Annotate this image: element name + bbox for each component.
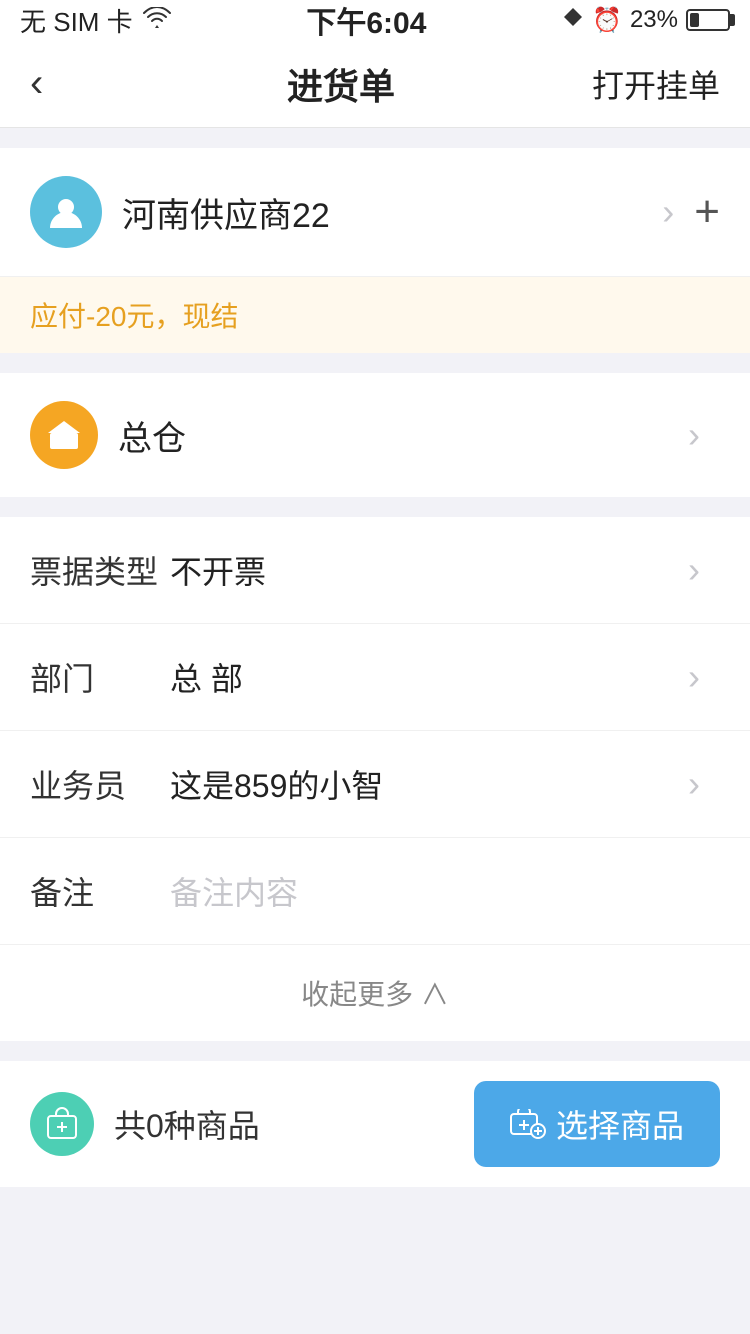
back-button[interactable]: ‹ xyxy=(30,61,90,106)
battery-icon xyxy=(686,9,730,31)
goods-icon xyxy=(30,1092,94,1156)
open-pending-button[interactable]: 打开挂单 xyxy=(592,61,720,107)
department-row[interactable]: 部门 总 部 › xyxy=(0,623,750,730)
nav-bar: ‹ 进货单 打开挂单 xyxy=(0,40,750,128)
payment-notice: 应付-20元，现结 xyxy=(0,277,750,353)
page-title: 进货单 xyxy=(287,58,395,110)
section-gap-2 xyxy=(0,353,750,373)
supplier-row[interactable]: 河南供应商22 › + xyxy=(0,148,750,277)
status-time: 下午6:04 xyxy=(306,0,426,42)
section-gap-1 xyxy=(0,128,750,148)
select-goods-button[interactable]: 选择商品 xyxy=(474,1081,720,1167)
status-bar: 无 SIM 卡 下午6:04 ⏰ 23% xyxy=(0,0,750,40)
warehouse-card[interactable]: 总仓 › xyxy=(0,373,750,497)
salesperson-value: 这是859的小智 xyxy=(170,761,688,807)
department-value: 总 部 xyxy=(170,654,688,700)
wifi-icon xyxy=(143,5,171,36)
department-label: 部门 xyxy=(30,654,170,700)
remark-row[interactable]: 备注 备注内容 xyxy=(0,837,750,944)
salesperson-chevron-icon: › xyxy=(688,763,700,805)
warehouse-row[interactable]: 总仓 › xyxy=(0,373,750,497)
warehouse-icon xyxy=(30,401,98,469)
battery-percent: 23% xyxy=(630,6,678,34)
status-right: ⏰ 23% xyxy=(562,6,730,35)
chevron-right-icon: › xyxy=(662,191,674,233)
add-supplier-button[interactable]: + xyxy=(694,187,720,237)
carrier-label: 无 SIM 卡 xyxy=(20,2,133,39)
alarm-icon: ⏰ xyxy=(592,6,622,35)
invoice-type-chevron-icon: › xyxy=(688,549,700,591)
invoice-type-value: 不开票 xyxy=(170,547,688,593)
section-gap-3 xyxy=(0,497,750,517)
bottom-bar: 共0种商品 选择商品 xyxy=(0,1061,750,1187)
warehouse-chevron-icon: › xyxy=(688,414,700,456)
salesperson-label: 业务员 xyxy=(30,761,170,807)
collapse-button[interactable]: 收起更多 ∧ xyxy=(0,944,750,1041)
supplier-card: 河南供应商22 › + 应付-20元，现结 xyxy=(0,148,750,353)
goods-count-label: 共0种商品 xyxy=(114,1101,454,1147)
form-card: 票据类型 不开票 › 部门 总 部 › 业务员 这是859的小智 › 备注 备注… xyxy=(0,517,750,1041)
remark-placeholder: 备注内容 xyxy=(170,868,720,914)
select-goods-label: 选择商品 xyxy=(556,1101,684,1147)
invoice-type-row[interactable]: 票据类型 不开票 › xyxy=(0,517,750,623)
supplier-name: 河南供应商22 xyxy=(122,188,662,237)
salesperson-row[interactable]: 业务员 这是859的小智 › xyxy=(0,730,750,837)
status-left: 无 SIM 卡 xyxy=(20,2,171,39)
invoice-type-label: 票据类型 xyxy=(30,547,170,593)
warehouse-label: 总仓 xyxy=(118,411,688,460)
location-icon xyxy=(562,6,584,35)
remark-label: 备注 xyxy=(30,868,170,914)
avatar xyxy=(30,176,102,248)
department-chevron-icon: › xyxy=(688,656,700,698)
